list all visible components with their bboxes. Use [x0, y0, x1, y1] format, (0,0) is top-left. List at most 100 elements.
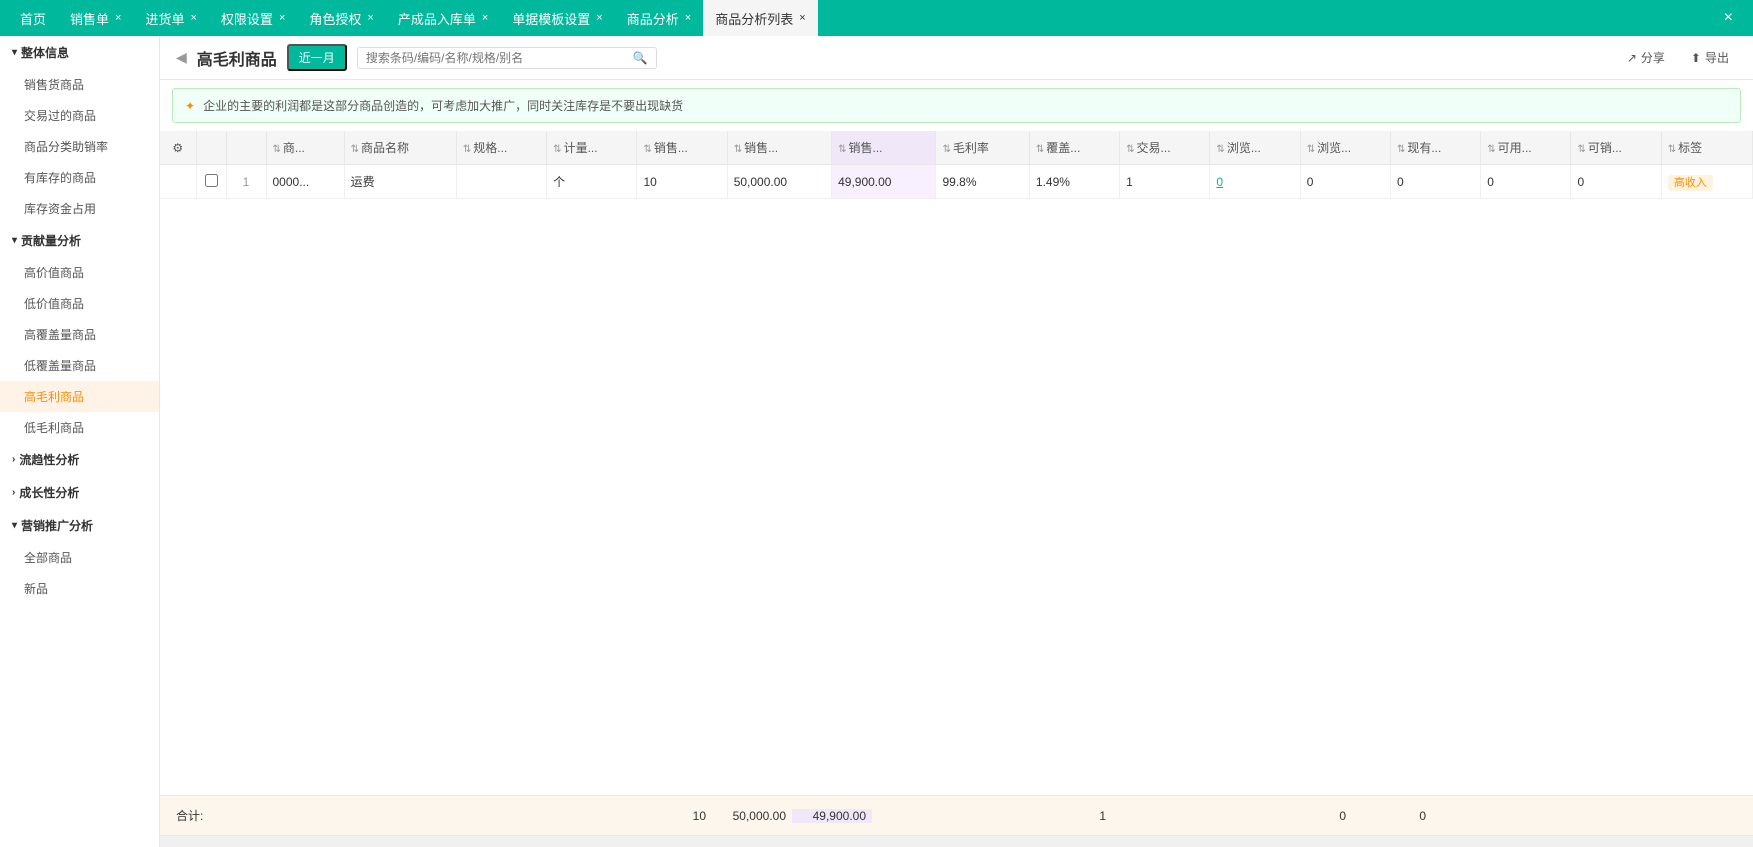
sidebar-item-sale-goods[interactable]: 销售货商品 — [0, 69, 159, 100]
sidebar-item-in-stock[interactable]: 有库存的商品 — [0, 162, 159, 193]
group-contribution-label: 贡献量分析 — [21, 232, 81, 249]
nav-template[interactable]: 单据模板设置 × — [500, 0, 614, 36]
col-settings[interactable]: ⚙ — [160, 131, 196, 165]
group-overall-label: 整体信息 — [21, 44, 69, 61]
col-saleable[interactable]: ⇅可销... — [1571, 131, 1661, 165]
nav-warehouse[interactable]: 产成品入库单 × — [386, 0, 500, 36]
nav-sales[interactable]: 销售单 × — [58, 0, 133, 36]
nav-purchase-close[interactable]: × — [190, 12, 196, 24]
nav-analysis[interactable]: 商品分析 × — [615, 0, 703, 36]
nav-analysis-close[interactable]: × — [685, 12, 691, 24]
col-code[interactable]: ⇅商... — [266, 131, 344, 165]
search-icon[interactable]: 🔍 — [633, 51, 648, 65]
nav-role[interactable]: 角色授权 × — [297, 0, 385, 36]
info-icon: ✦ — [185, 99, 195, 113]
nav-permission-close[interactable]: × — [279, 12, 285, 24]
col-current[interactable]: ⇅现有... — [1390, 131, 1480, 165]
sidebar-group-growth[interactable]: › 成长性分析 — [0, 476, 159, 509]
cell-browse1[interactable]: 0 — [1210, 165, 1300, 199]
group-overall-arrow: ▾ — [12, 47, 17, 58]
col-name[interactable]: ⇅商品名称 — [344, 131, 456, 165]
sidebar-item-stock-capital[interactable]: 库存资金占用 — [0, 193, 159, 224]
sidebar-collapse-button[interactable]: ◀ — [176, 49, 187, 66]
col-sale-qty[interactable]: ⇅销售... — [637, 131, 727, 165]
col-transaction[interactable]: ⇅交易... — [1120, 131, 1210, 165]
col-tag[interactable]: ⇅标签 — [1661, 131, 1752, 165]
footer-total: 合计: 10 50,000.00 49,900.00 1 0 0 — [160, 795, 1753, 835]
total-saleable — [1432, 809, 1512, 823]
sidebar-item-low-margin[interactable]: 低毛利商品 — [0, 412, 159, 443]
total-spacer4 — [442, 809, 562, 823]
cell-gross-rate: 99.8% — [936, 165, 1029, 199]
export-button[interactable]: ⬆ 导出 — [1683, 45, 1737, 70]
sidebar-group-trend[interactable]: › 流趋性分析 — [0, 443, 159, 476]
share-button[interactable]: ↗ 分享 — [1619, 45, 1673, 70]
table-container[interactable]: ⚙ ⇅商... ⇅商品名称 ⇅规格... ⇅计量... ⇅销售... ⇅销售..… — [160, 131, 1753, 795]
info-text: 企业的主要的利润都是这部分商品创造的，可考虑加大推广，同时关注库存是不要出现缺货 — [203, 97, 683, 114]
sidebar-group-overall[interactable]: ▾ 整体信息 — [0, 36, 159, 69]
cell-checkbox[interactable] — [196, 165, 226, 199]
horizontal-scrollbar[interactable] — [160, 835, 1753, 847]
group-trend-arrow: › — [12, 454, 15, 465]
nav-home[interactable]: 首页 — [8, 0, 58, 36]
sidebar-item-low-value[interactable]: 低价值商品 — [0, 288, 159, 319]
cell-num: 1 — [226, 165, 266, 199]
cell-transaction: 1 — [1120, 165, 1210, 199]
search-box[interactable]: 🔍 — [357, 47, 657, 69]
col-coverage[interactable]: ⇅覆盖... — [1029, 131, 1119, 165]
cell-available: 0 — [1481, 165, 1571, 199]
cell-browse2: 0 — [1300, 165, 1390, 199]
sidebar-item-low-coverage[interactable]: 低覆盖量商品 — [0, 350, 159, 381]
group-trend-label: 流趋性分析 — [19, 451, 79, 468]
col-available[interactable]: ⇅可用... — [1481, 131, 1571, 165]
nav-warehouse-close[interactable]: × — [482, 12, 488, 24]
nav-permission[interactable]: 权限设置 × — [209, 0, 297, 36]
sidebar-item-all-goods[interactable]: 全部商品 — [0, 542, 159, 573]
sidebar-group-marketing[interactable]: ▾ 营销推广分析 — [0, 509, 159, 542]
cell-sale-amount: 50,000.00 — [727, 165, 831, 199]
sidebar-item-high-value[interactable]: 高价值商品 — [0, 257, 159, 288]
group-marketing-label: 营销推广分析 — [21, 517, 93, 534]
nav-analysis-list[interactable]: 商品分析列表 × — [703, 0, 817, 36]
sidebar-item-traded-goods[interactable]: 交易过的商品 — [0, 100, 159, 131]
total-sale-profit: 49,900.00 — [792, 809, 872, 823]
sidebar: ▾ 整体信息 销售货商品 交易过的商品 商品分类助销率 有库存的商品 库存资金占… — [0, 36, 160, 847]
cell-name: 运费 — [344, 165, 456, 199]
nav-sales-close[interactable]: × — [115, 12, 121, 24]
cell-current: 0 — [1390, 165, 1480, 199]
table-body: 1 0000... 运费 个 10 50,000.00 49,900.00 99… — [160, 165, 1753, 199]
main-layout: ▾ 整体信息 销售货商品 交易过的商品 商品分类助销率 有库存的商品 库存资金占… — [0, 36, 1753, 847]
total-spacer3 — [362, 809, 442, 823]
total-spacer5 — [562, 809, 632, 823]
col-sale-profit[interactable]: ⇅销售... — [832, 131, 936, 165]
total-sale-amount: 50,000.00 — [712, 809, 792, 823]
group-contribution-arrow: ▾ — [12, 235, 17, 246]
col-gross-rate[interactable]: ⇅毛利率 — [936, 131, 1029, 165]
sidebar-item-category-rate[interactable]: 商品分类助销率 — [0, 131, 159, 162]
col-unit[interactable]: ⇅计量... — [547, 131, 637, 165]
window-close-button[interactable]: × — [1712, 9, 1745, 27]
col-sale-amount[interactable]: ⇅销售... — [727, 131, 831, 165]
col-spec[interactable]: ⇅规格... — [456, 131, 546, 165]
cell-unit: 个 — [547, 165, 637, 199]
search-input[interactable] — [366, 51, 628, 65]
sidebar-item-new-goods[interactable]: 新品 — [0, 573, 159, 604]
time-filter-button[interactable]: 近一月 — [287, 44, 347, 71]
col-browse2[interactable]: ⇅浏览... — [1300, 131, 1390, 165]
cell-coverage: 1.49% — [1029, 165, 1119, 199]
nav-analysis-list-close[interactable]: × — [799, 12, 805, 24]
nav-template-close[interactable]: × — [596, 12, 602, 24]
col-browse1[interactable]: ⇅浏览... — [1210, 131, 1300, 165]
total-spacer1 — [296, 809, 332, 823]
sidebar-group-contribution[interactable]: ▾ 贡献量分析 — [0, 224, 159, 257]
table-row[interactable]: 1 0000... 运费 个 10 50,000.00 49,900.00 99… — [160, 165, 1753, 199]
nav-role-close[interactable]: × — [367, 12, 373, 24]
nav-purchase[interactable]: 进货单 × — [133, 0, 208, 36]
content-area: ◀ 高毛利商品 近一月 🔍 ↗ 分享 ⬆ 导出 ✦ 企业的主要的利润都是这部分商… — [160, 36, 1753, 847]
cell-sale-profit: 49,900.00 — [832, 165, 936, 199]
total-browse1 — [1112, 809, 1192, 823]
sidebar-item-high-coverage[interactable]: 高覆盖量商品 — [0, 319, 159, 350]
total-current: 0 — [1272, 809, 1352, 823]
cell-saleable: 0 — [1571, 165, 1661, 199]
sidebar-item-high-margin[interactable]: 高毛利商品 — [0, 381, 159, 412]
